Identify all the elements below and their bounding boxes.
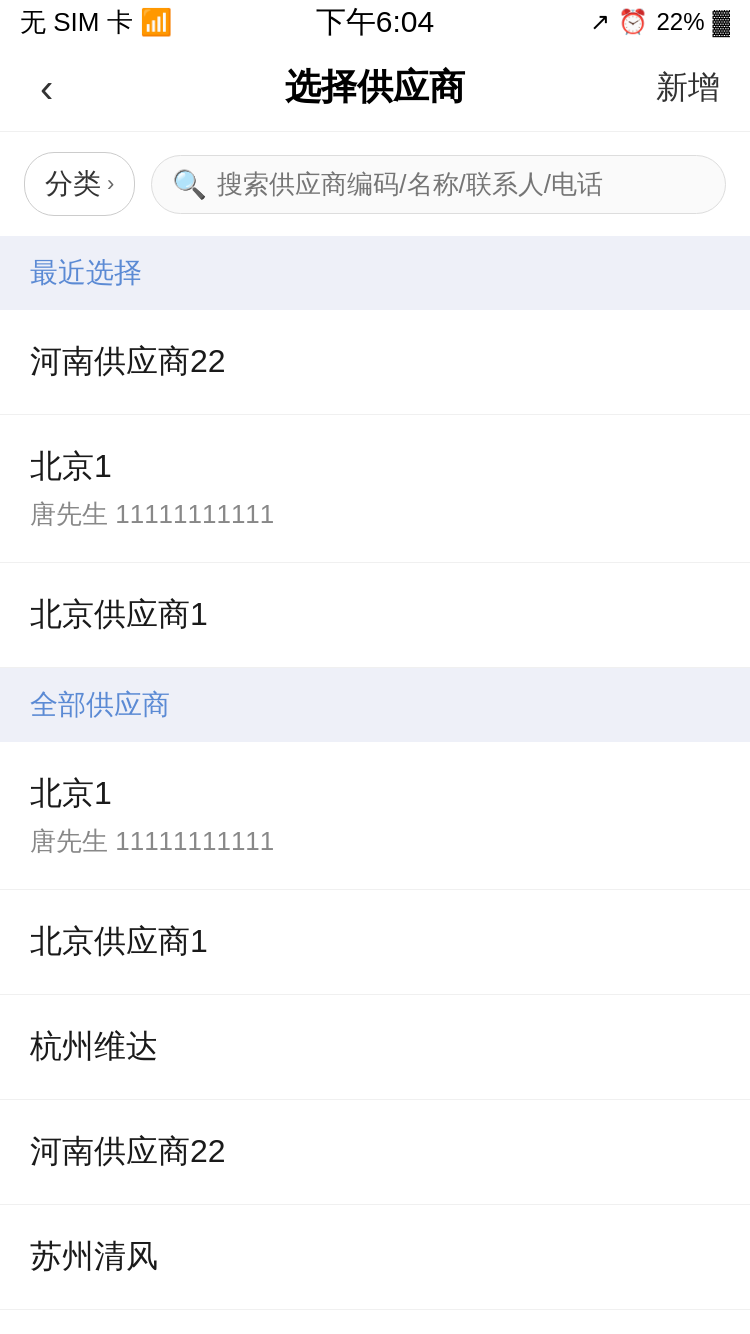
item-name: 北京1 <box>30 445 720 489</box>
item-name: 河南供应商22 <box>30 340 720 384</box>
alarm-icon: ⏰ <box>618 8 648 36</box>
search-area: 分类 › 🔍 <box>0 132 750 236</box>
battery-icon: ▓ <box>713 8 731 36</box>
category-filter-button[interactable]: 分类 › <box>24 152 135 216</box>
list-item-a5[interactable]: 苏州清风 <box>0 1205 750 1310</box>
list-item-a2[interactable]: 北京供应商1 <box>0 890 750 995</box>
list-item-r2[interactable]: 北京1 唐先生 11111111111 <box>0 415 750 563</box>
battery-level: 22% <box>656 8 704 36</box>
item-name: 北京供应商1 <box>30 920 720 964</box>
search-input[interactable] <box>217 169 705 200</box>
list-item-a3[interactable]: 杭州维达 <box>0 995 750 1100</box>
add-button[interactable]: 新增 <box>656 66 720 110</box>
section-header-all: 全部供应商 <box>0 668 750 742</box>
category-label: 分类 <box>45 165 101 203</box>
status-time: 下午6:04 <box>316 2 434 43</box>
location-icon: ↗ <box>590 8 610 36</box>
chevron-right-icon: › <box>107 171 114 197</box>
item-name: 苏州清风 <box>30 1235 720 1279</box>
list-item-r1[interactable]: 河南供应商22 <box>0 310 750 415</box>
list-item-a4[interactable]: 河南供应商22 <box>0 1100 750 1205</box>
nav-bar: ‹ 选择供应商 新增 <box>0 44 750 132</box>
status-carrier: 无 SIM 卡 📶 <box>20 5 172 40</box>
status-icons: ↗ ⏰ 22% ▓ <box>590 8 730 36</box>
status-bar: 无 SIM 卡 📶 下午6:04 ↗ ⏰ 22% ▓ <box>0 0 750 44</box>
item-sub: 唐先生 11111111111 <box>30 824 720 859</box>
section-header-recent: 最近选择 <box>0 236 750 310</box>
list-item-r3[interactable]: 北京供应商1 <box>0 563 750 668</box>
page-title: 选择供应商 <box>285 63 465 112</box>
search-wrapper: 🔍 <box>151 155 726 214</box>
back-button[interactable]: ‹ <box>30 58 63 118</box>
item-name: 北京供应商1 <box>30 593 720 637</box>
search-icon: 🔍 <box>172 168 207 201</box>
list-item-a1[interactable]: 北京1 唐先生 11111111111 <box>0 742 750 890</box>
sections-container: 最近选择河南供应商22 北京1 唐先生 11111111111 北京供应商1 全部供应商… <box>0 236 750 1310</box>
item-name: 河南供应商22 <box>30 1130 720 1174</box>
item-sub: 唐先生 11111111111 <box>30 497 720 532</box>
item-name: 北京1 <box>30 772 720 816</box>
item-name: 杭州维达 <box>30 1025 720 1069</box>
